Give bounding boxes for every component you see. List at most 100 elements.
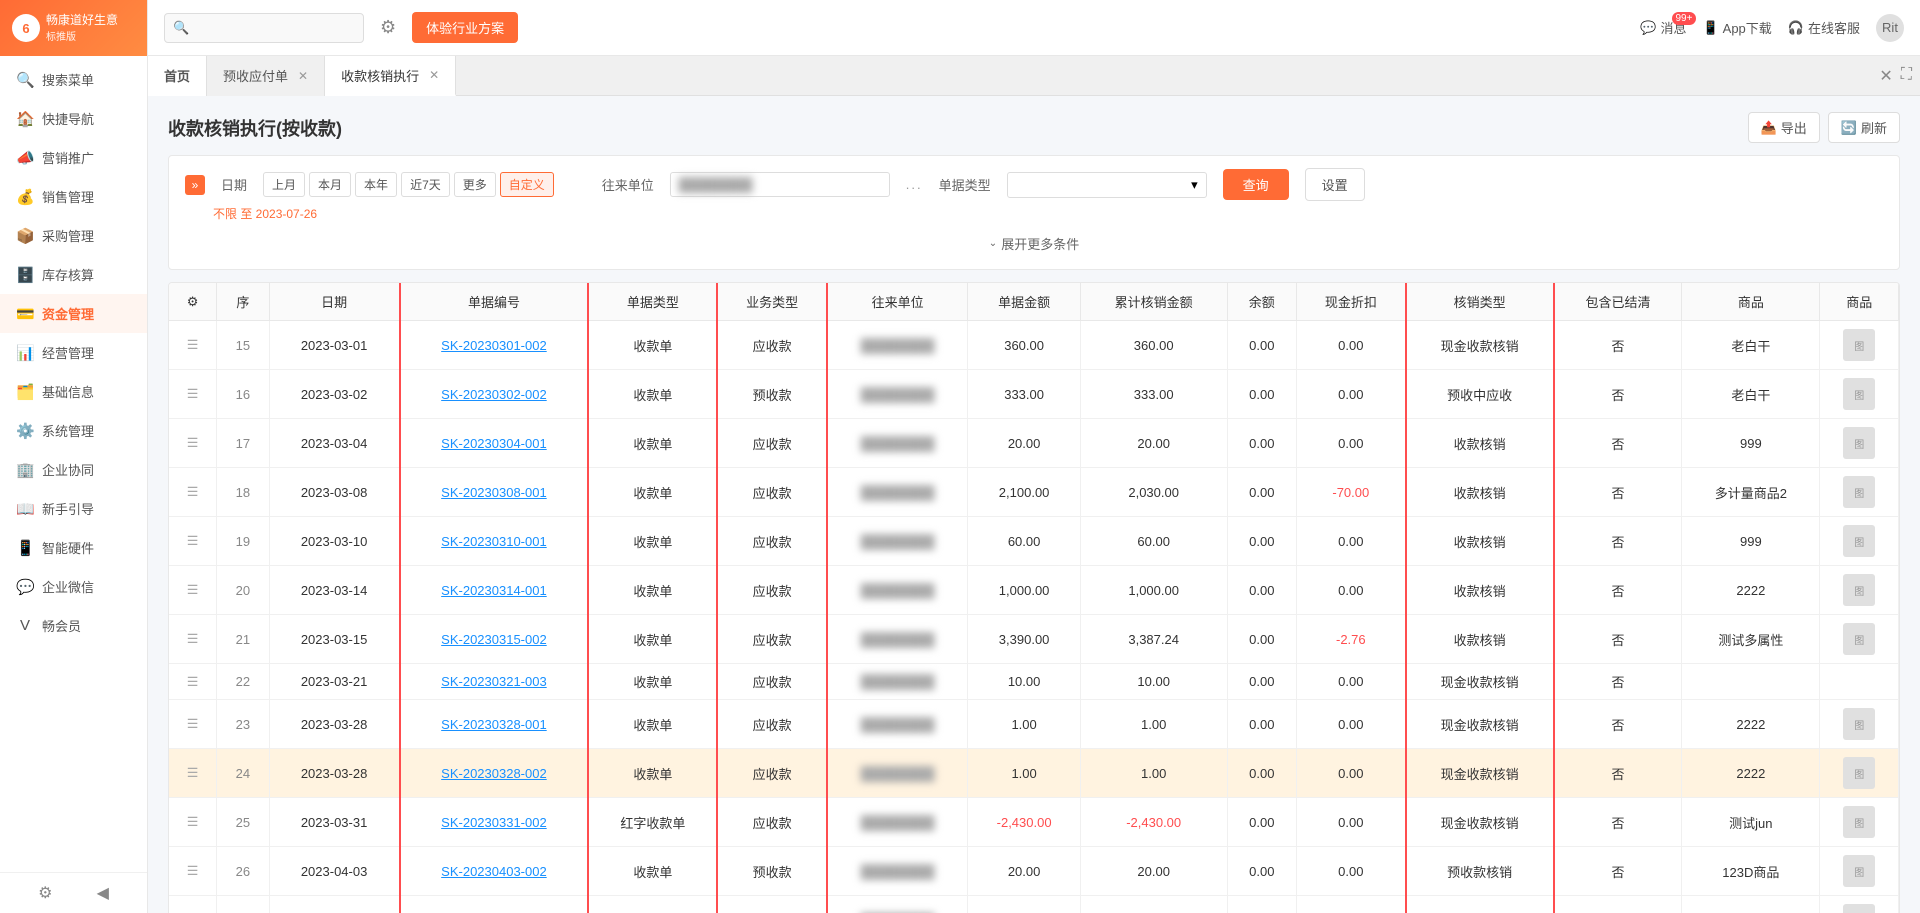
cell-settings[interactable]: ☰ bbox=[169, 664, 217, 700]
cell-amount: 20.00 bbox=[968, 419, 1080, 468]
close-all-icon[interactable]: ✕ bbox=[1879, 66, 1892, 86]
cell-amount: 60.00 bbox=[968, 517, 1080, 566]
purchase-icon: 📦 bbox=[16, 227, 34, 245]
collapse-icon[interactable]: ◀ bbox=[97, 883, 109, 903]
filter-row-1: » 日期 上月 本月 本年 近7天 更多 自定义 往来单位 ████████ .… bbox=[185, 168, 1883, 201]
sidebar-item-search[interactable]: 🔍 搜索菜单 bbox=[0, 60, 147, 99]
cell-goods-img: 图 bbox=[1820, 749, 1899, 798]
sidebar-item-guide[interactable]: 📖 新手引导 bbox=[0, 489, 147, 528]
data-table: ⚙ 序 日期 单据编号 单据类型 业务类型 往来单位 单据金额 累计核销金额 余… bbox=[169, 283, 1899, 913]
cell-settings[interactable]: ☰ bbox=[169, 566, 217, 615]
settings-bottom-icon[interactable]: ⚙ bbox=[38, 883, 52, 903]
bill-no-link[interactable]: SK-20230302-002 bbox=[441, 387, 547, 402]
bill-type-select[interactable]: ▾ bbox=[1007, 172, 1207, 198]
industry-btn[interactable]: 体验行业方案 bbox=[412, 12, 518, 43]
topbar-search-box[interactable]: 🔍 bbox=[164, 13, 364, 43]
sidebar-item-inventory[interactable]: 🗄️ 库存核算 bbox=[0, 255, 147, 294]
tab-home-label: 首页 bbox=[164, 66, 190, 85]
online-support-btn[interactable]: 🎧 在线客服 bbox=[1788, 18, 1860, 37]
bill-no-link[interactable]: SK-20230308-001 bbox=[441, 485, 547, 500]
bill-no-link[interactable]: SK-20230328-002 bbox=[441, 766, 547, 781]
system-icon: ⚙️ bbox=[16, 422, 34, 440]
maximize-icon[interactable]: ⛶ bbox=[1901, 66, 1912, 86]
cell-settings[interactable]: ☰ bbox=[169, 370, 217, 419]
cell-discount: 0.00 bbox=[1297, 700, 1406, 749]
bill-no-link[interactable]: SK-20230315-002 bbox=[441, 632, 547, 647]
partner-value: ████████ bbox=[861, 338, 935, 353]
sidebar-item-wechat[interactable]: 💬 企业微信 bbox=[0, 567, 147, 606]
date-prev-month-btn[interactable]: 上月 bbox=[263, 172, 305, 197]
tab-collection[interactable]: 收款核销执行 ✕ bbox=[325, 56, 456, 96]
refresh-btn[interactable]: 🔄 刷新 bbox=[1828, 112, 1900, 143]
export-btn[interactable]: 📤 导出 bbox=[1748, 112, 1820, 143]
sidebar-item-hardware[interactable]: 📱 智能硬件 bbox=[0, 528, 147, 567]
table-row: ☰ 21 2023-03-15 SK-20230315-002 收款单 应收款 … bbox=[169, 615, 1899, 664]
date-this-year-btn[interactable]: 本年 bbox=[355, 172, 397, 197]
tab-collection-close[interactable]: ✕ bbox=[429, 68, 439, 82]
cell-bill-type: 收款单 bbox=[588, 419, 717, 468]
page-title: 收款核销执行(按收款) bbox=[168, 115, 342, 141]
date-this-month-btn[interactable]: 本月 bbox=[309, 172, 351, 197]
date-more-btn[interactable]: 更多 bbox=[454, 172, 496, 197]
bell-icon: 💬 bbox=[1640, 20, 1656, 36]
col-settings[interactable]: ⚙ bbox=[169, 283, 217, 321]
cell-bill-no: SK-20230314-001 bbox=[400, 566, 589, 615]
col-bill-no: 单据编号 bbox=[400, 283, 589, 321]
expand-more-btn[interactable]: ⌄ 展开更多条件 bbox=[185, 230, 1883, 257]
cell-balance: 0.00 bbox=[1227, 615, 1297, 664]
filter-toggle-btn[interactable]: » bbox=[185, 175, 205, 195]
bill-no-link[interactable]: SK-20230331-002 bbox=[441, 815, 547, 830]
sidebar-menu: 🔍 搜索菜单 🏠 快捷导航 📣 营销推广 💰 销售管理 📦 采购管理 🗄️ 库存… bbox=[0, 56, 147, 872]
tab-prepay[interactable]: 预收应付单 ✕ bbox=[207, 56, 325, 96]
cell-balance: 0.00 bbox=[1227, 749, 1297, 798]
sidebar-item-basic[interactable]: 🗂️ 基础信息 bbox=[0, 372, 147, 411]
cell-settings[interactable]: ☰ bbox=[169, 847, 217, 896]
query-btn[interactable]: 查询 bbox=[1223, 169, 1289, 200]
sidebar-label-finance: 资金管理 bbox=[42, 304, 94, 323]
sidebar-item-vip[interactable]: V 畅会员 bbox=[0, 606, 147, 645]
bill-no-link[interactable]: SK-20230310-001 bbox=[441, 534, 547, 549]
tab-home[interactable]: 首页 bbox=[148, 56, 207, 96]
bill-no-link[interactable]: SK-20230314-001 bbox=[441, 583, 547, 598]
cell-include-settled: 否 bbox=[1554, 419, 1682, 468]
cell-settings[interactable]: ☰ bbox=[169, 517, 217, 566]
cell-settings[interactable]: ☰ bbox=[169, 468, 217, 517]
sidebar-item-business[interactable]: 📊 经营管理 bbox=[0, 333, 147, 372]
cell-balance: 0.00 bbox=[1227, 566, 1297, 615]
cell-discount: 0.00 bbox=[1297, 896, 1406, 913]
cell-settings[interactable]: ☰ bbox=[169, 749, 217, 798]
bill-no-link[interactable]: SK-20230321-003 bbox=[441, 674, 547, 689]
sidebar-item-marketing[interactable]: 📣 营销推广 bbox=[0, 138, 147, 177]
user-avatar[interactable]: Rit bbox=[1876, 14, 1904, 42]
tab-prepay-close[interactable]: ✕ bbox=[298, 69, 308, 83]
cell-settings[interactable]: ☰ bbox=[169, 615, 217, 664]
date-custom-btn[interactable]: 自定义 bbox=[500, 172, 554, 197]
sidebar-item-enterprise[interactable]: 🏢 企业协同 bbox=[0, 450, 147, 489]
partner-value: ████████ bbox=[861, 766, 935, 781]
unit-input[interactable]: ████████ bbox=[670, 172, 890, 197]
cell-settings[interactable]: ☰ bbox=[169, 896, 217, 913]
bill-no-link[interactable]: SK-20230304-001 bbox=[441, 436, 547, 451]
cell-discount: 0.00 bbox=[1297, 847, 1406, 896]
topbar-gear-icon[interactable]: ⚙ bbox=[380, 17, 396, 38]
partner-value: ████████ bbox=[861, 485, 935, 500]
sidebar-item-system[interactable]: ⚙️ 系统管理 bbox=[0, 411, 147, 450]
sidebar: 6 畅康道好生意 标推版 🔍 搜索菜单 🏠 快捷导航 📣 营销推广 💰 销售管理… bbox=[0, 0, 148, 913]
cell-settings[interactable]: ☰ bbox=[169, 798, 217, 847]
cell-settings[interactable]: ☰ bbox=[169, 700, 217, 749]
sidebar-item-finance[interactable]: 💳 资金管理 bbox=[0, 294, 147, 333]
cell-bill-type: 收款单 bbox=[588, 566, 717, 615]
sidebar-item-sales[interactable]: 💰 销售管理 bbox=[0, 177, 147, 216]
cell-bill-no: SK-20230328-001 bbox=[400, 700, 589, 749]
settings-filter-btn[interactable]: 设置 bbox=[1305, 168, 1365, 201]
cell-settings[interactable]: ☰ bbox=[169, 321, 217, 370]
notification-btn[interactable]: 💬 消息 99+ bbox=[1640, 18, 1686, 37]
cell-settings[interactable]: ☰ bbox=[169, 419, 217, 468]
bill-no-link[interactable]: SK-20230403-002 bbox=[441, 864, 547, 879]
sidebar-item-quick[interactable]: 🏠 快捷导航 bbox=[0, 99, 147, 138]
bill-no-link[interactable]: SK-20230328-001 bbox=[441, 717, 547, 732]
app-download-btn[interactable]: 📱 App下载 bbox=[1702, 18, 1771, 37]
bill-no-link[interactable]: SK-20230301-002 bbox=[441, 338, 547, 353]
date-7days-btn[interactable]: 近7天 bbox=[401, 172, 450, 197]
sidebar-item-purchase[interactable]: 📦 采购管理 bbox=[0, 216, 147, 255]
